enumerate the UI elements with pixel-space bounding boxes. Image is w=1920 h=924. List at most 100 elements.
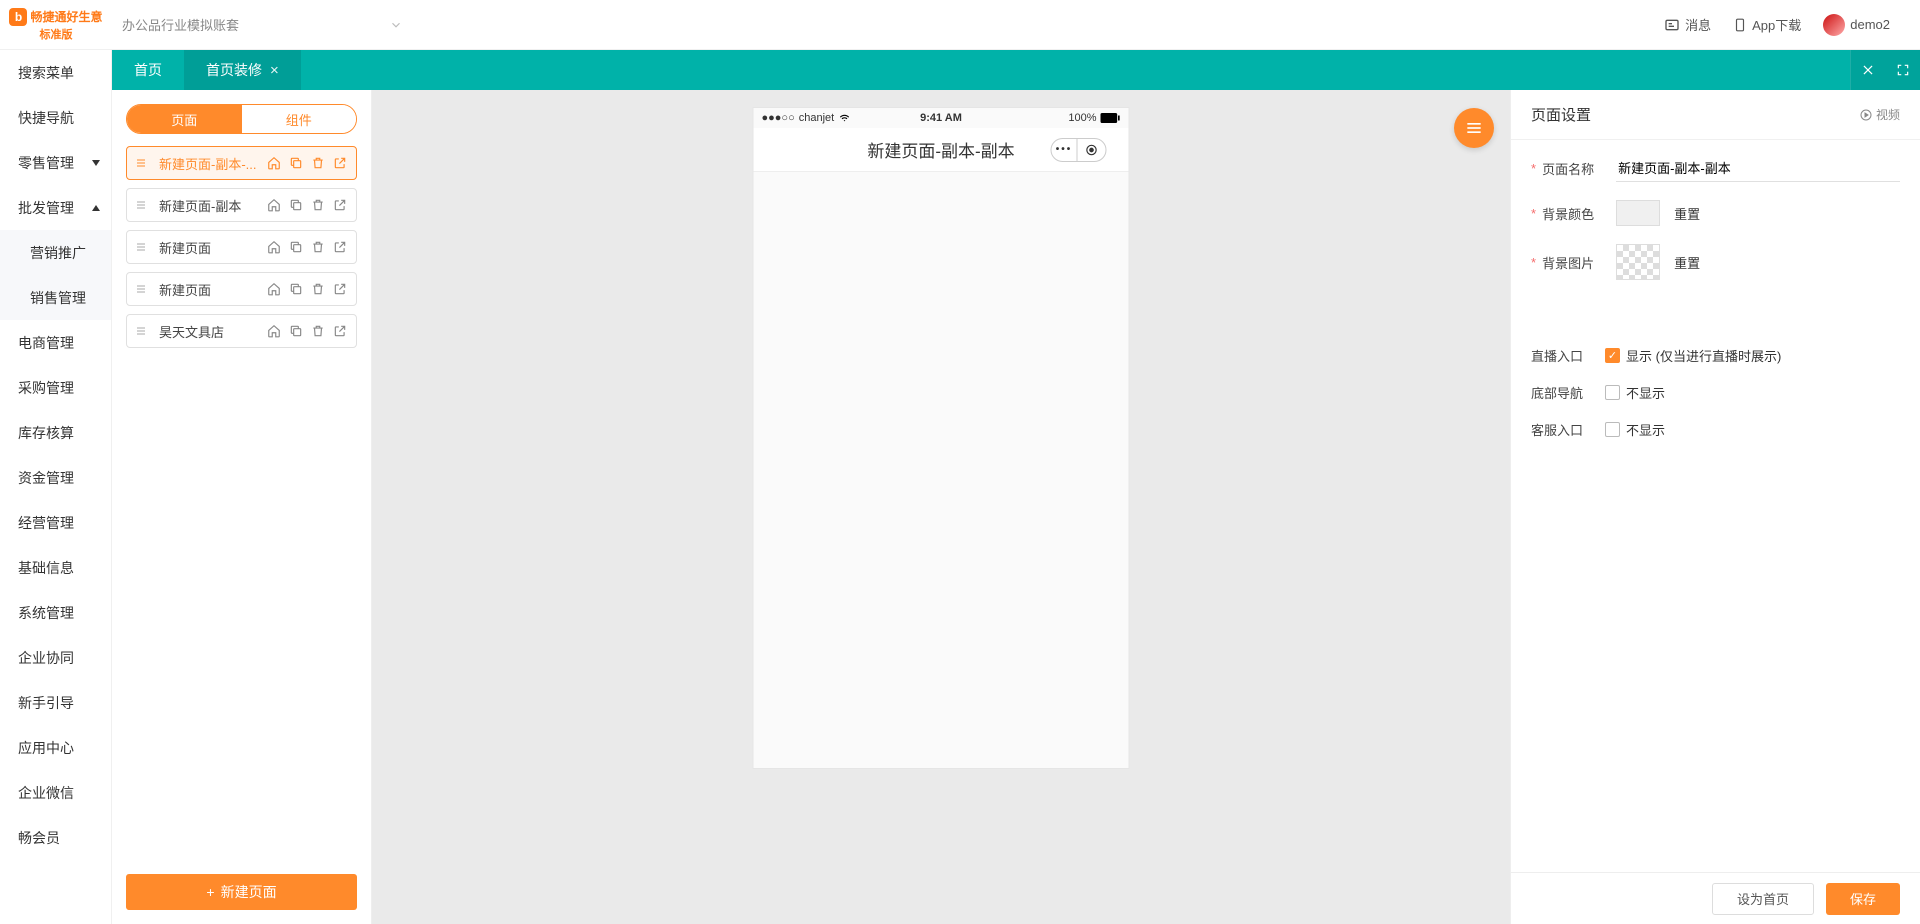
sidebar-item[interactable]: 资金管理 bbox=[0, 455, 111, 500]
drag-handle-icon[interactable] bbox=[135, 199, 151, 211]
cs-entry-option: 不显示 bbox=[1626, 420, 1665, 439]
delete-icon[interactable] bbox=[310, 197, 326, 213]
drag-handle-icon[interactable] bbox=[135, 283, 151, 295]
sidebar-item-label: 应用中心 bbox=[18, 738, 74, 758]
sidebar-item-label: 电商管理 bbox=[18, 333, 74, 353]
sidebar-item[interactable]: 新手引导 bbox=[0, 680, 111, 725]
sidebar-item[interactable]: 系统管理 bbox=[0, 590, 111, 635]
messages-link[interactable]: 消息 bbox=[1664, 15, 1711, 34]
page-list-item[interactable]: 新建页面-副本-... bbox=[126, 146, 357, 180]
sidebar-item-label: 系统管理 bbox=[18, 603, 74, 623]
page-list-item[interactable]: 昊天文具店 bbox=[126, 314, 357, 348]
page-item-name: 昊天文具店 bbox=[159, 322, 258, 341]
home-icon[interactable] bbox=[266, 281, 282, 297]
sidebar-item[interactable]: 销售管理 bbox=[0, 275, 111, 320]
new-page-button[interactable]: + 新建页面 bbox=[126, 874, 357, 910]
brand-logo: b 畅捷通好生意 标准版 bbox=[0, 0, 112, 50]
account-selector[interactable]: 办公品行业模拟账套 bbox=[122, 15, 403, 34]
drag-handle-icon[interactable] bbox=[135, 325, 151, 337]
sidebar-item[interactable]: 库存核算 bbox=[0, 410, 111, 455]
tab-decorate[interactable]: 首页装修 × bbox=[184, 50, 301, 90]
copy-icon[interactable] bbox=[288, 239, 304, 255]
message-icon bbox=[1664, 17, 1680, 33]
bottom-nav-checkbox[interactable]: 不显示 bbox=[1605, 383, 1665, 402]
copy-icon[interactable] bbox=[288, 155, 304, 171]
delete-icon[interactable] bbox=[310, 323, 326, 339]
save-button[interactable]: 保存 bbox=[1826, 883, 1900, 915]
live-entry-checkbox[interactable]: ✓ 显示 (仅当进行直播时展示) bbox=[1605, 346, 1781, 365]
segment-page[interactable]: 页面 bbox=[127, 105, 242, 133]
bg-color-reset[interactable]: 重置 bbox=[1674, 204, 1700, 223]
tabs-close-all[interactable] bbox=[1850, 50, 1885, 90]
phone-icon bbox=[1733, 17, 1747, 33]
sidebar-item[interactable]: 零售管理 bbox=[0, 140, 111, 185]
drag-handle-icon[interactable] bbox=[135, 157, 151, 169]
miniprogram-close-icon bbox=[1077, 138, 1107, 162]
user-menu[interactable]: demo2 bbox=[1823, 14, 1890, 36]
page-list-item[interactable]: 新建页面-副本 bbox=[126, 188, 357, 222]
menu-icon bbox=[1464, 118, 1484, 138]
sidebar-item[interactable]: 企业微信 bbox=[0, 770, 111, 815]
delete-icon[interactable] bbox=[310, 155, 326, 171]
sidebar-item[interactable]: 快捷导航 bbox=[0, 95, 111, 140]
drag-handle-icon[interactable] bbox=[135, 241, 151, 253]
sidebar-item-label: 企业协同 bbox=[18, 648, 74, 668]
page-list-item[interactable]: 新建页面 bbox=[126, 230, 357, 264]
bg-color-label: 背景颜色 bbox=[1542, 204, 1602, 223]
tab-decorate-label: 首页装修 bbox=[206, 60, 262, 80]
app-download-link[interactable]: App下载 bbox=[1733, 15, 1801, 34]
sidebar-item[interactable]: 企业协同 bbox=[0, 635, 111, 680]
sidebar-item[interactable]: 营销推广 bbox=[0, 230, 111, 275]
new-page-label: 新建页面 bbox=[221, 882, 277, 902]
delete-icon[interactable] bbox=[310, 239, 326, 255]
sidebar-item[interactable]: 经营管理 bbox=[0, 500, 111, 545]
page-list-item[interactable]: 新建页面 bbox=[126, 272, 357, 306]
delete-icon[interactable] bbox=[310, 281, 326, 297]
copy-icon[interactable] bbox=[288, 323, 304, 339]
bg-image-reset[interactable]: 重置 bbox=[1674, 253, 1700, 272]
copy-icon[interactable] bbox=[288, 197, 304, 213]
sidebar-item[interactable]: 采购管理 bbox=[0, 365, 111, 410]
home-icon[interactable] bbox=[266, 239, 282, 255]
sidebar-item[interactable]: 电商管理 bbox=[0, 320, 111, 365]
checkbox-icon bbox=[1605, 422, 1620, 437]
components-toggle-button[interactable] bbox=[1454, 108, 1494, 148]
page-name-input[interactable] bbox=[1616, 154, 1900, 182]
share-icon[interactable] bbox=[332, 323, 348, 339]
tabs-bar: 首页 首页装修 × bbox=[112, 50, 1920, 90]
page-item-name: 新建页面 bbox=[159, 280, 258, 299]
home-icon[interactable] bbox=[266, 197, 282, 213]
bg-image-picker[interactable] bbox=[1616, 244, 1660, 280]
bg-image-label: 背景图片 bbox=[1542, 253, 1602, 272]
sidebar-item-label: 采购管理 bbox=[18, 378, 74, 398]
cs-entry-checkbox[interactable]: 不显示 bbox=[1605, 420, 1665, 439]
share-icon[interactable] bbox=[332, 155, 348, 171]
sidebar-item[interactable]: 畅会员 bbox=[0, 815, 111, 860]
sidebar-item[interactable]: 搜索菜单 bbox=[0, 50, 111, 95]
share-icon[interactable] bbox=[332, 281, 348, 297]
tab-home[interactable]: 首页 bbox=[112, 50, 184, 90]
required-marker: * bbox=[1531, 206, 1536, 221]
sidebar-item[interactable]: 批发管理 bbox=[0, 185, 111, 230]
page-item-name: 新建页面-副本 bbox=[159, 196, 258, 215]
sidebar-item[interactable]: 基础信息 bbox=[0, 545, 111, 590]
tabs-fullscreen[interactable] bbox=[1885, 50, 1920, 90]
home-icon[interactable] bbox=[266, 155, 282, 171]
sidebar-item[interactable]: 应用中心 bbox=[0, 725, 111, 770]
live-entry-label: 直播入口 bbox=[1531, 346, 1591, 365]
close-icon[interactable]: × bbox=[270, 62, 279, 79]
segment-component[interactable]: 组件 bbox=[242, 105, 357, 133]
miniprogram-menu-icon: ••• bbox=[1051, 138, 1077, 162]
share-icon[interactable] bbox=[332, 239, 348, 255]
sidebar-item-label: 企业微信 bbox=[18, 783, 74, 803]
set-home-button[interactable]: 设为首页 bbox=[1712, 883, 1814, 915]
canvas-area: ●●●○○ chanjet 9:41 AM 100% 新建页面-副本-副本 ••… bbox=[372, 90, 1510, 924]
share-icon[interactable] bbox=[332, 197, 348, 213]
video-help-link[interactable]: 视频 bbox=[1860, 106, 1900, 123]
messages-label: 消息 bbox=[1685, 15, 1711, 34]
home-icon[interactable] bbox=[266, 323, 282, 339]
sidebar-item-label: 营销推广 bbox=[30, 243, 86, 263]
copy-icon[interactable] bbox=[288, 281, 304, 297]
bg-color-swatch[interactable] bbox=[1616, 200, 1660, 226]
sidebar-item-label: 库存核算 bbox=[18, 423, 74, 443]
